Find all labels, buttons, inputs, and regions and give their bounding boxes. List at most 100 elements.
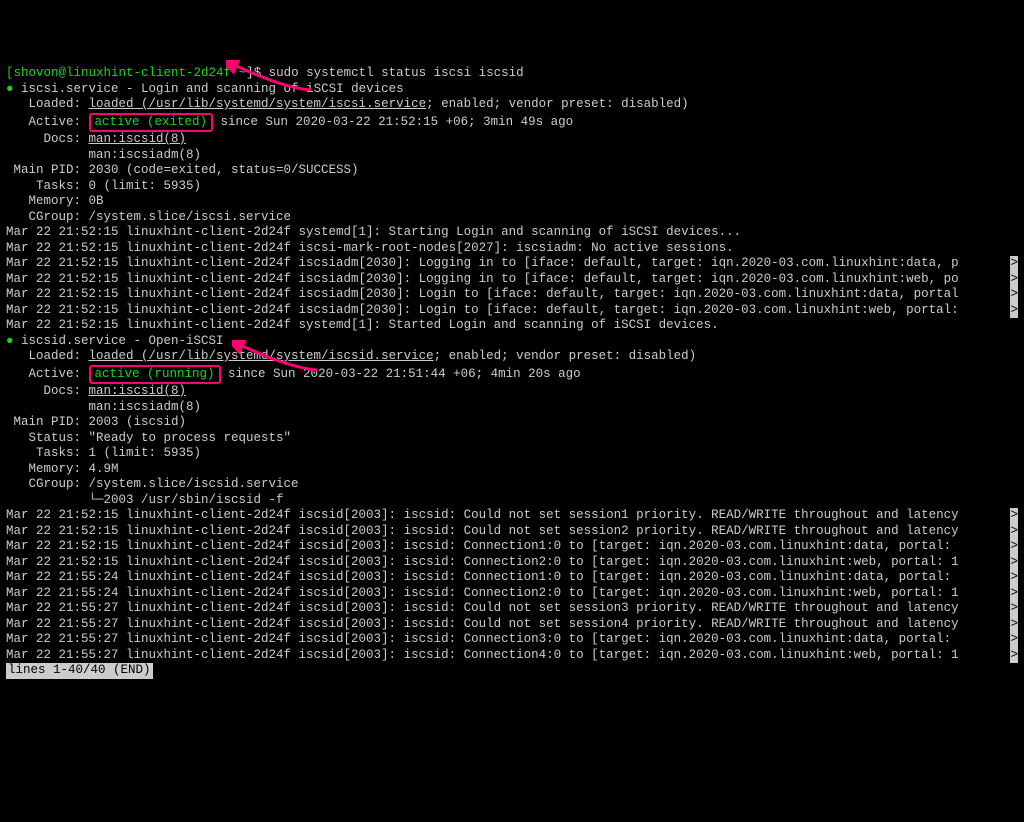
- log1-line-4: Mar 22 21:52:15 linuxhint-client-2d24f i…: [6, 287, 1018, 303]
- log2-line-0: Mar 22 21:52:15 linuxhint-client-2d24f i…: [6, 508, 1018, 524]
- log2-line-7: Mar 22 21:55:27 linuxhint-client-2d24f i…: [6, 617, 1018, 633]
- log1-line-1: Mar 22 21:52:15 linuxhint-client-2d24f i…: [6, 241, 1018, 257]
- log1-line-6: Mar 22 21:52:15 linuxhint-client-2d24f s…: [6, 318, 1018, 334]
- prompt-line: [shovon@linuxhint-client-2d24f ~]$ sudo …: [6, 66, 1018, 82]
- service-1-tasks: Tasks: 0 (limit: 5935): [6, 179, 1018, 195]
- service-2-cgroup: CGroup: /system.slice/iscsid.service: [6, 477, 1018, 493]
- main-pid: Main PID: 2003 (iscsid): [6, 415, 186, 429]
- terminal-output: [shovon@linuxhint-client-2d24f ~]$ sudo …: [6, 66, 1018, 679]
- log1-line-2: Mar 22 21:52:15 linuxhint-client-2d24f i…: [6, 256, 1018, 272]
- active-status-highlight: active (exited): [89, 113, 214, 133]
- truncate-indicator: >: [1010, 524, 1018, 540]
- log-text: Mar 22 21:55:27 linuxhint-client-2d24f i…: [6, 617, 959, 631]
- service-bullet: ●: [6, 334, 14, 348]
- truncate-indicator: >: [1010, 287, 1018, 303]
- truncate-indicator: >: [1010, 555, 1018, 571]
- service-header: iscsi.service - Login and scanning of iS…: [14, 82, 404, 96]
- log2-line-6: Mar 22 21:55:27 linuxhint-client-2d24f i…: [6, 601, 1018, 617]
- docs-2: man:iscsiadm(8): [6, 148, 201, 162]
- tasks: Tasks: 0 (limit: 5935): [6, 179, 201, 193]
- main-pid: Main PID: 2030 (code=exited, status=0/SU…: [6, 163, 359, 177]
- truncate-indicator: >: [1010, 272, 1018, 288]
- log-text: Mar 22 21:52:15 linuxhint-client-2d24f i…: [6, 241, 734, 255]
- service-2-docs1: Docs: man:iscsid(8): [6, 384, 1018, 400]
- service-2-active: Active: active (running) since Sun 2020-…: [6, 365, 1018, 385]
- prompt-user-host: [shovon@linuxhint-client-2d24f: [6, 66, 239, 80]
- service-bullet: ●: [6, 82, 14, 96]
- truncate-indicator: >: [1010, 303, 1018, 319]
- log-text: Mar 22 21:52:15 linuxhint-client-2d24f i…: [6, 256, 959, 270]
- active-status-highlight: active (running): [89, 365, 221, 385]
- truncate-indicator: >: [1010, 648, 1018, 664]
- service-2-header: ● iscsid.service - Open-iSCSI: [6, 334, 1018, 350]
- memory: Memory: 4.9M: [6, 462, 119, 476]
- active-since: since Sun 2020-03-22 21:51:44 +06; 4min …: [221, 367, 581, 381]
- log-text: Mar 22 21:52:15 linuxhint-client-2d24f i…: [6, 287, 959, 301]
- service-2-cgroup2: └─2003 /usr/sbin/iscsid -f: [6, 493, 1018, 509]
- truncate-indicator: >: [1010, 601, 1018, 617]
- loaded-path: loaded (/usr/lib/systemd/system/iscsi.se…: [89, 97, 427, 111]
- log-text: Mar 22 21:52:15 linuxhint-client-2d24f i…: [6, 539, 959, 553]
- truncate-indicator: >: [1010, 508, 1018, 524]
- docs-1: man:iscsid(8): [89, 132, 187, 146]
- log2-line-9: Mar 22 21:55:27 linuxhint-client-2d24f i…: [6, 648, 1018, 664]
- cgroup-child: └─2003 /usr/sbin/iscsid -f: [6, 493, 284, 507]
- loaded-rest: ; enabled; vendor preset: disabled): [434, 349, 697, 363]
- pager-status[interactable]: lines 1-40/40 (END): [6, 663, 1018, 679]
- docs-1: man:iscsid(8): [89, 384, 187, 398]
- truncate-indicator: >: [1010, 539, 1018, 555]
- log-text: Mar 22 21:52:15 linuxhint-client-2d24f i…: [6, 555, 959, 569]
- cgroup: CGroup: /system.slice/iscsid.service: [6, 477, 299, 491]
- loaded-label: Loaded:: [6, 349, 89, 363]
- log-text: Mar 22 21:52:15 linuxhint-client-2d24f i…: [6, 524, 959, 538]
- log-text: Mar 22 21:55:27 linuxhint-client-2d24f i…: [6, 632, 959, 646]
- docs-label: Docs:: [6, 132, 89, 146]
- service-1-loaded: Loaded: loaded (/usr/lib/systemd/system/…: [6, 97, 1018, 113]
- log-text: Mar 22 21:52:15 linuxhint-client-2d24f i…: [6, 508, 959, 522]
- service-1-header: ● iscsi.service - Login and scanning of …: [6, 82, 1018, 98]
- pager-text: lines 1-40/40 (END): [6, 663, 153, 679]
- tasks: Tasks: 1 (limit: 5935): [6, 446, 201, 460]
- log2-line-5: Mar 22 21:55:24 linuxhint-client-2d24f i…: [6, 586, 1018, 602]
- loaded-path: loaded (/usr/lib/systemd/system/iscsid.s…: [89, 349, 434, 363]
- log1-line-0: Mar 22 21:52:15 linuxhint-client-2d24f s…: [6, 225, 1018, 241]
- service-2-memory: Memory: 4.9M: [6, 462, 1018, 478]
- cgroup: CGroup: /system.slice/iscsi.service: [6, 210, 291, 224]
- log-text: Mar 22 21:52:15 linuxhint-client-2d24f i…: [6, 303, 959, 317]
- service-1-cgroup: CGroup: /system.slice/iscsi.service: [6, 210, 1018, 226]
- log-text: Mar 22 21:55:27 linuxhint-client-2d24f i…: [6, 601, 959, 615]
- truncate-indicator: >: [1010, 570, 1018, 586]
- log2-line-4: Mar 22 21:55:24 linuxhint-client-2d24f i…: [6, 570, 1018, 586]
- log2-line-3: Mar 22 21:52:15 linuxhint-client-2d24f i…: [6, 555, 1018, 571]
- log-text: Mar 22 21:52:15 linuxhint-client-2d24f s…: [6, 318, 719, 332]
- active-label: Active:: [6, 367, 89, 381]
- log2-line-1: Mar 22 21:52:15 linuxhint-client-2d24f i…: [6, 524, 1018, 540]
- service-2-docs2: man:iscsiadm(8): [6, 400, 1018, 416]
- docs-2: man:iscsiadm(8): [6, 400, 201, 414]
- status-text: Status: "Ready to process requests": [6, 431, 291, 445]
- truncate-indicator: >: [1010, 256, 1018, 272]
- log1-line-3: Mar 22 21:52:15 linuxhint-client-2d24f i…: [6, 272, 1018, 288]
- docs-label: Docs:: [6, 384, 89, 398]
- log-text: Mar 22 21:52:15 linuxhint-client-2d24f i…: [6, 272, 959, 286]
- log-text: Mar 22 21:55:24 linuxhint-client-2d24f i…: [6, 570, 959, 584]
- log1-line-5: Mar 22 21:52:15 linuxhint-client-2d24f i…: [6, 303, 1018, 319]
- truncate-indicator: >: [1010, 586, 1018, 602]
- loaded-label: Loaded:: [6, 97, 89, 111]
- active-label: Active:: [6, 115, 89, 129]
- service-1-active: Active: active (exited) since Sun 2020-0…: [6, 113, 1018, 133]
- loaded-rest: ; enabled; vendor preset: disabled): [426, 97, 689, 111]
- log-text: Mar 22 21:55:24 linuxhint-client-2d24f i…: [6, 586, 959, 600]
- service-2-loaded: Loaded: loaded (/usr/lib/systemd/system/…: [6, 349, 1018, 365]
- service-1-mainpid: Main PID: 2030 (code=exited, status=0/SU…: [6, 163, 1018, 179]
- service-header: iscsid.service - Open-iSCSI: [14, 334, 224, 348]
- service-2-tasks: Tasks: 1 (limit: 5935): [6, 446, 1018, 462]
- log-text: Mar 22 21:52:15 linuxhint-client-2d24f s…: [6, 225, 741, 239]
- truncate-indicator: >: [1010, 632, 1018, 648]
- log-text: Mar 22 21:55:27 linuxhint-client-2d24f i…: [6, 648, 959, 662]
- memory: Memory: 0B: [6, 194, 104, 208]
- active-since: since Sun 2020-03-22 21:52:15 +06; 3min …: [213, 115, 573, 129]
- prompt-dollar: ]$: [246, 66, 269, 80]
- log2-line-2: Mar 22 21:52:15 linuxhint-client-2d24f i…: [6, 539, 1018, 555]
- truncate-indicator: >: [1010, 617, 1018, 633]
